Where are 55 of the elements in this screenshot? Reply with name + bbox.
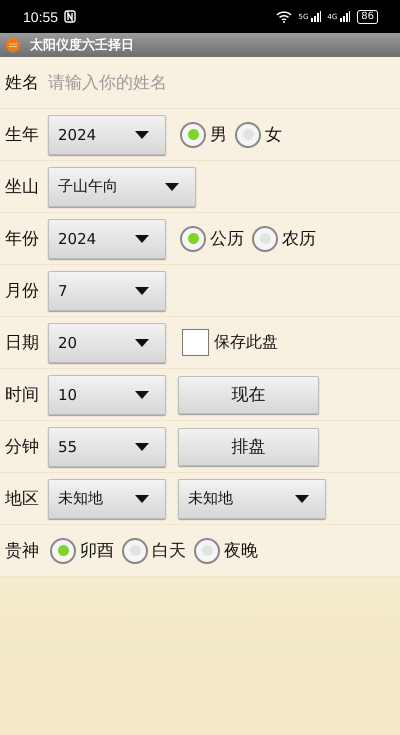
clock-time: 10:55 (23, 8, 58, 24)
field-label: 生年 (5, 124, 40, 146)
signal-icon (311, 11, 322, 22)
dropdown[interactable]: 子山午向 (48, 166, 196, 206)
battery-level: 86 (357, 10, 378, 24)
wifi-icon (276, 10, 292, 22)
radio-button[interactable] (235, 122, 261, 148)
radio-label[interactable]: 女 (265, 123, 282, 146)
radio-label[interactable]: 白天 (152, 539, 186, 562)
field-label: 姓名 (5, 72, 40, 94)
app-icon (6, 38, 20, 52)
radio-label[interactable]: 公历 (210, 227, 244, 250)
caret-icon (135, 442, 149, 450)
checkbox[interactable] (182, 329, 209, 356)
caret-icon (135, 338, 149, 346)
radio-button[interactable] (122, 538, 148, 564)
field-label: 年份 (5, 228, 40, 250)
radio-button[interactable] (50, 538, 76, 564)
caret-icon (135, 234, 149, 242)
dropdown[interactable]: 未知地 (178, 478, 326, 518)
dropdown[interactable]: 2024 (48, 218, 166, 258)
nfc-icon (64, 10, 76, 23)
checkbox-label[interactable]: 保存此盘 (214, 332, 278, 353)
signal-icon (340, 11, 350, 22)
field-label: 时间 (5, 384, 40, 406)
dropdown[interactable]: 20 (48, 322, 166, 362)
name-input-field[interactable]: 请输入你的姓名 (48, 72, 348, 92)
dropdown[interactable]: 55 (48, 426, 166, 466)
radio-button[interactable] (180, 122, 206, 148)
field-label: 日期 (5, 332, 40, 354)
dropdown[interactable]: 10 (48, 374, 166, 414)
field-label: 月份 (5, 280, 40, 302)
radio-label[interactable]: 男 (210, 123, 227, 146)
field-label: 坐山 (5, 176, 40, 198)
dropdown[interactable]: 2024 (48, 114, 166, 154)
app-title: 太阳仪度六壬择日 (30, 36, 134, 54)
action-button[interactable]: 现在 (178, 376, 319, 414)
field-label: 贵神 (5, 540, 40, 562)
field-label: 地区 (5, 488, 40, 510)
field-label: 分钟 (5, 436, 40, 458)
caret-icon (165, 182, 179, 190)
caret-icon (135, 286, 149, 294)
caret-icon (135, 130, 149, 138)
radio-button[interactable] (194, 538, 220, 564)
caret-icon (135, 494, 149, 502)
radio-button[interactable] (180, 226, 206, 252)
radio-label[interactable]: 卯酉 (80, 539, 114, 562)
caret-icon (295, 494, 309, 502)
radio-button[interactable] (252, 226, 278, 252)
caret-icon (135, 390, 149, 398)
radio-label[interactable]: 夜晚 (224, 539, 258, 562)
action-button[interactable]: 排盘 (178, 428, 319, 466)
radio-label[interactable]: 农历 (282, 227, 316, 250)
dropdown[interactable]: 7 (48, 270, 166, 310)
dropdown[interactable]: 未知地 (48, 478, 166, 518)
